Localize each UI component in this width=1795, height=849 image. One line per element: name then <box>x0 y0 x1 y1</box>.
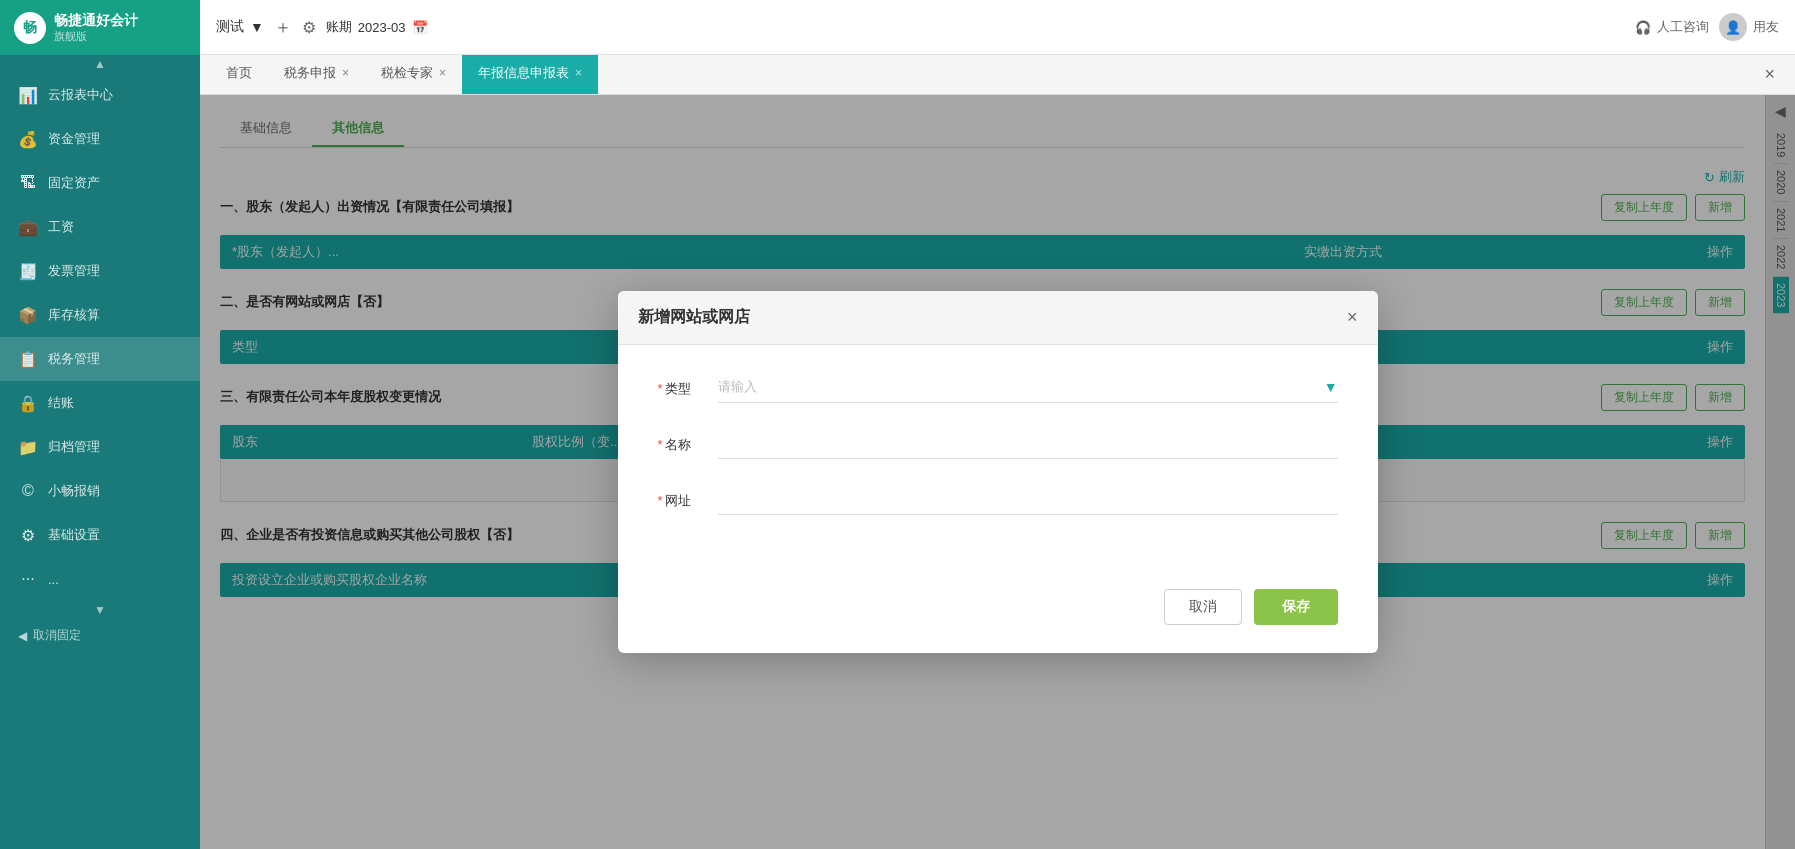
tab-label-shuiwu: 税务申报 <box>284 64 336 82</box>
user-icon: 👤 <box>1725 20 1741 35</box>
jichu-icon: ⚙ <box>18 525 38 545</box>
guidang-icon: 📁 <box>18 437 38 457</box>
gudingzichan-icon: 🏗 <box>18 173 38 193</box>
logo-icon: 畅 <box>14 12 46 44</box>
avatar: 👤 <box>1719 13 1747 41</box>
logo-sub: 旗舰版 <box>54 29 138 44</box>
tab-shuiwu[interactable]: 税务申报 × <box>268 55 365 94</box>
sidebar-item-guidang[interactable]: 📁 归档管理 <box>0 425 200 469</box>
gongzi-icon: 💼 <box>18 217 38 237</box>
sidebar-logo: 畅 畅捷通好会计 旗舰版 <box>0 0 200 55</box>
company-selector[interactable]: 测试 ▼ <box>216 18 264 36</box>
sidebar-pin-toggle[interactable]: ◀ 取消固定 <box>0 619 200 652</box>
settings-icon[interactable]: ⚙ <box>302 18 316 37</box>
form-label-url: *网址 <box>658 492 718 510</box>
sidebar-item-gongzi[interactable]: 💼 工资 <box>0 205 200 249</box>
modal-close-button[interactable]: × <box>1347 307 1358 328</box>
modal-footer: 取消 保存 <box>618 573 1378 653</box>
url-input[interactable] <box>718 487 1338 510</box>
dropdown-icon: ▼ <box>250 19 264 35</box>
type-input[interactable] <box>718 375 1324 398</box>
sidebar-scroll-down[interactable]: ▼ <box>0 601 200 619</box>
jiezhang-icon: 🔒 <box>18 393 38 413</box>
modal-body: *类型 ▼ *名称 <box>618 345 1378 573</box>
calendar-icon[interactable]: 📅 <box>412 20 428 35</box>
modal-overlay: 新增网站或网店 × *类型 ▼ <box>200 95 1795 849</box>
modal-title: 新增网站或网店 <box>638 307 750 328</box>
modal-add-website: 新增网站或网店 × *类型 ▼ <box>618 291 1378 653</box>
content-area: 基础信息 其他信息 ↻ 刷新 一、股东（发起人）出资情况【有限责任公司填报】 <box>200 95 1795 849</box>
service-button[interactable]: 🎧 人工咨询 <box>1635 18 1709 36</box>
type-dropdown-icon[interactable]: ▼ <box>1324 379 1338 395</box>
form-label-name: *名称 <box>658 436 718 454</box>
modal-header: 新增网站或网店 × <box>618 291 1378 345</box>
form-field-url: *网址 <box>658 487 1338 515</box>
tab-shujian[interactable]: 税检专家 × <box>365 55 462 94</box>
modal-cancel-button[interactable]: 取消 <box>1164 589 1242 625</box>
sidebar-item-zijin[interactable]: 💰 资金管理 <box>0 117 200 161</box>
tab-close-shuiwu[interactable]: × <box>342 66 349 80</box>
tab-label-nianbaobiao: 年报信息申报表 <box>478 64 569 82</box>
tab-nianbaobiao[interactable]: 年报信息申报表 × <box>462 55 598 94</box>
sidebar-item-more[interactable]: ··· ... <box>0 557 200 601</box>
tab-label-home: 首页 <box>226 64 252 82</box>
fapiao-icon: 🧾 <box>18 261 38 281</box>
tab-close-shujian[interactable]: × <box>439 66 446 80</box>
logo-text: 畅捷通好会计 <box>54 11 138 29</box>
form-control-type: ▼ <box>718 375 1338 403</box>
sidebar-item-xiaochang[interactable]: © 小畅报销 <box>0 469 200 513</box>
sidebar-item-gudingzichan[interactable]: 🏗 固定资产 <box>0 161 200 205</box>
modal-save-button[interactable]: 保存 <box>1254 589 1338 625</box>
headset-icon: 🎧 <box>1635 20 1651 35</box>
sidebar-item-shuiwu[interactable]: 📋 税务管理 <box>0 337 200 381</box>
form-control-url <box>718 487 1338 515</box>
yunbaobiao-icon: 📊 <box>18 85 38 105</box>
tab-home[interactable]: 首页 <box>210 55 268 94</box>
form-field-name: *名称 <box>658 431 1338 459</box>
period-display: 账期 2023-03 📅 <box>326 18 428 36</box>
sidebar-scroll-up[interactable]: ▲ <box>0 55 200 73</box>
xiaochang-icon: © <box>18 481 38 501</box>
name-input[interactable] <box>718 431 1338 454</box>
sidebar-item-jichu[interactable]: ⚙ 基础设置 <box>0 513 200 557</box>
form-control-name <box>718 431 1338 459</box>
form-label-type: *类型 <box>658 380 718 398</box>
main-area: 测试 ▼ ＋ ⚙ 账期 2023-03 📅 🎧 人工咨询 👤 用友 <box>200 0 1795 849</box>
sidebar-item-yunbaobiao[interactable]: 📊 云报表中心 <box>0 73 200 117</box>
sidebar-item-kucun[interactable]: 📦 库存核算 <box>0 293 200 337</box>
sidebar-nav: 📊 云报表中心 💰 资金管理 🏗 固定资产 💼 工资 🧾 发票管理 📦 库存核算… <box>0 73 200 601</box>
pin-left-icon: ◀ <box>18 629 27 643</box>
sidebar-item-fapiao[interactable]: 🧾 发票管理 <box>0 249 200 293</box>
tab-label-shujian: 税检专家 <box>381 64 433 82</box>
shuiwu-icon: 📋 <box>18 349 38 369</box>
user-menu[interactable]: 👤 用友 <box>1719 13 1779 41</box>
tab-close-nianbaobiao[interactable]: × <box>575 66 582 80</box>
add-company-button[interactable]: ＋ <box>274 15 292 39</box>
tabbar: 首页 税务申报 × 税检专家 × 年报信息申报表 × × <box>200 55 1795 95</box>
more-icon: ··· <box>18 569 38 589</box>
zijin-icon: 💰 <box>18 129 38 149</box>
kucun-icon: 📦 <box>18 305 38 325</box>
sidebar-item-jiezhang[interactable]: 🔒 结账 <box>0 381 200 425</box>
sidebar: 畅 畅捷通好会计 旗舰版 ▲ 📊 云报表中心 💰 资金管理 🏗 固定资产 💼 工… <box>0 0 200 849</box>
close-all-tabs-button[interactable]: × <box>1754 55 1785 94</box>
form-field-type: *类型 ▼ <box>658 375 1338 403</box>
topbar: 测试 ▼ ＋ ⚙ 账期 2023-03 📅 🎧 人工咨询 👤 用友 <box>200 0 1795 55</box>
company-name: 测试 <box>216 18 244 36</box>
